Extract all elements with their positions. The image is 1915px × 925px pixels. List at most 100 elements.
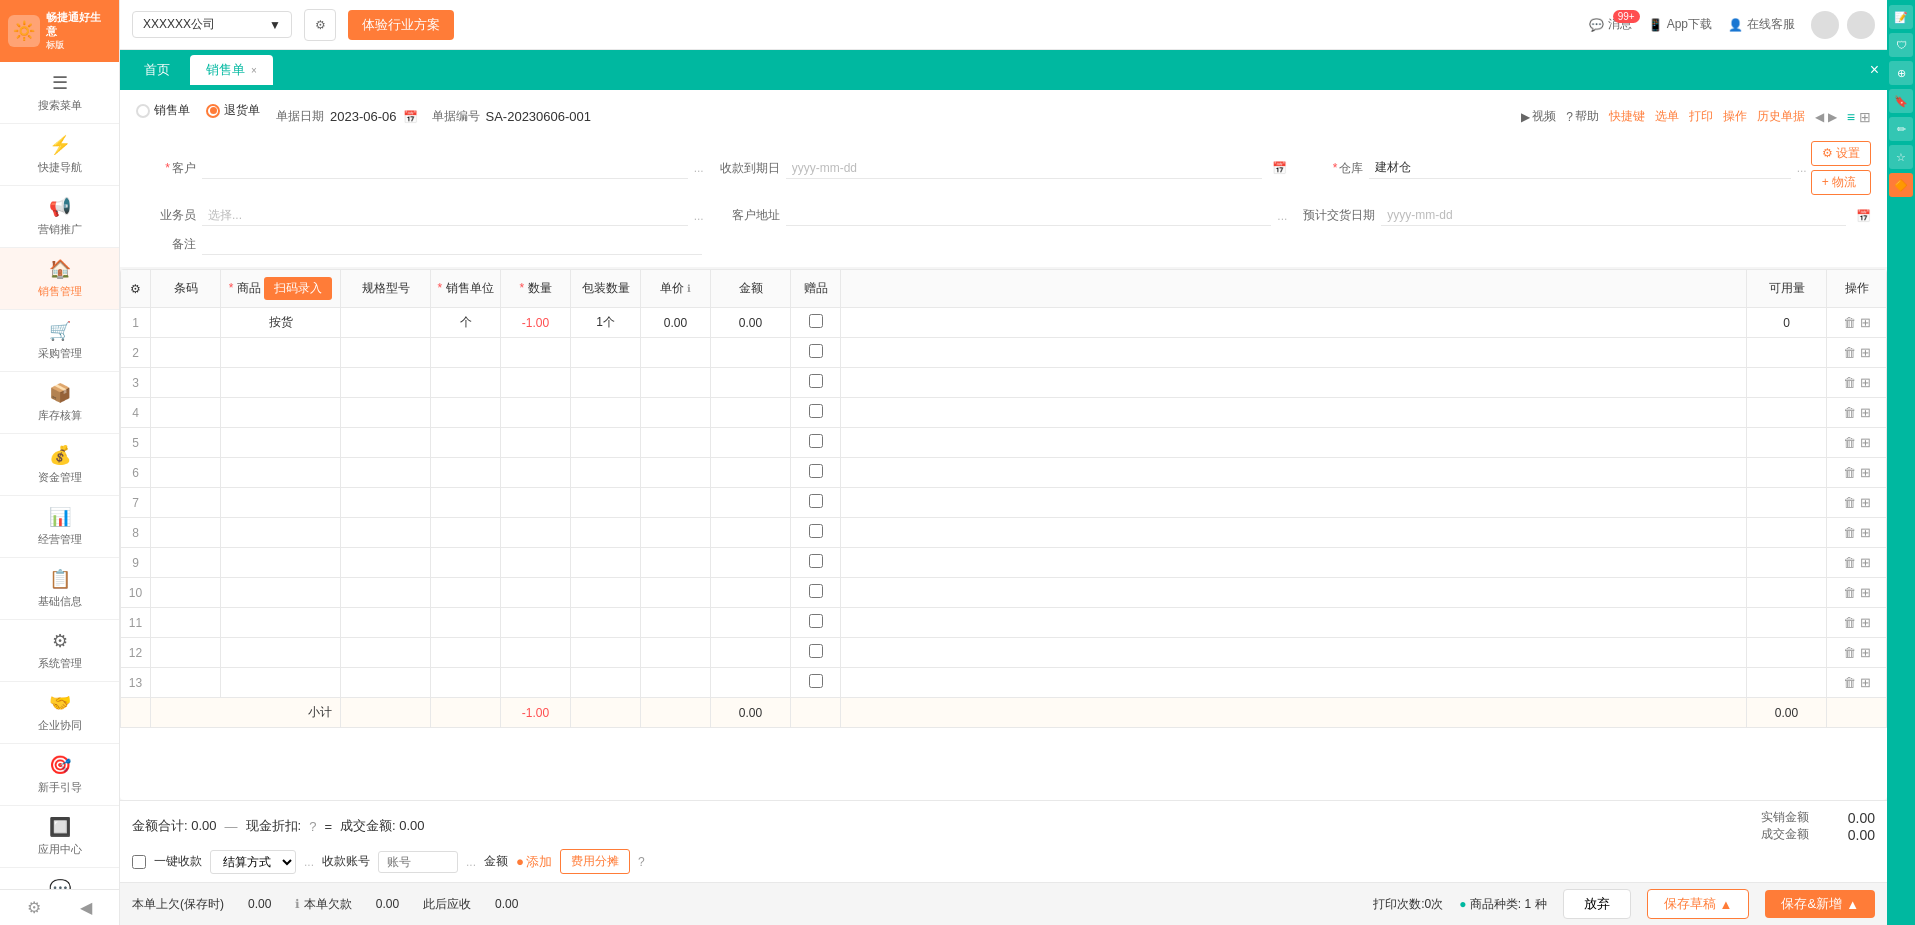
row-gift-1[interactable] [791, 308, 841, 338]
warehouse-dots[interactable]: ... [1797, 161, 1807, 175]
fee-split-btn[interactable]: 费用分摊 [560, 849, 630, 874]
delete-icon-12[interactable]: 🗑 [1843, 645, 1856, 660]
help-circle-icon[interactable]: ? [309, 819, 316, 834]
message-btn[interactable]: 💬 消息 99+ [1589, 16, 1632, 33]
one-key-pay-checkbox[interactable] [132, 855, 146, 869]
action-help[interactable]: ? 帮助 [1566, 108, 1599, 125]
calendar-icon-delivery[interactable]: 📅 [1856, 209, 1871, 223]
gift-checkbox-13[interactable] [809, 674, 823, 688]
tab-sales[interactable]: 销售单 × [190, 55, 273, 85]
action-print[interactable]: 打印 [1689, 108, 1713, 125]
sidebar-item-search[interactable]: ☰ 搜索菜单 [0, 62, 119, 124]
gift-checkbox-1[interactable] [809, 314, 823, 328]
delete-icon-11[interactable]: 🗑 [1843, 615, 1856, 630]
due-date-input[interactable] [786, 158, 1263, 179]
delete-icon-2[interactable]: 🗑 [1843, 345, 1856, 360]
sidebar-item-newbie[interactable]: 🎯 新手引导 [0, 744, 119, 806]
gift-checkbox-9[interactable] [809, 554, 823, 568]
save-draft-btn[interactable]: 保存草稿 ▲ [1647, 889, 1750, 919]
fee-help-icon[interactable]: ? [638, 855, 645, 869]
delete-icon-13[interactable]: 🗑 [1843, 675, 1856, 690]
user-avatar[interactable] [1811, 11, 1839, 39]
list-view-icon[interactable]: ≡ [1847, 109, 1855, 125]
service-btn[interactable]: 👤 在线客服 [1728, 16, 1795, 33]
app-download-btn[interactable]: 📱 App下载 [1648, 16, 1712, 33]
sidebar-item-enterprise[interactable]: 🤝 企业协同 [0, 682, 119, 744]
sidebar-item-marketing[interactable]: 📢 营销推广 [0, 186, 119, 248]
sidebar-item-wechat[interactable]: 💬 企业微信 [0, 868, 119, 889]
settings-button[interactable]: ⚙ 设置 [1811, 141, 1871, 166]
rp-btn-7[interactable]: 🔶 [1889, 173, 1913, 197]
calendar-icon-date[interactable]: 📅 [403, 110, 418, 124]
action-history[interactable]: 历史单据 [1757, 108, 1805, 125]
copy-icon-8[interactable]: ⊞ [1860, 525, 1871, 540]
customer-input[interactable] [202, 158, 688, 179]
copy-icon-4[interactable]: ⊞ [1860, 405, 1871, 420]
delete-icon-5[interactable]: 🗑 [1843, 435, 1856, 450]
grid-view-icon[interactable]: ⊞ [1859, 109, 1871, 125]
copy-icon-1[interactable]: ⊞ [1860, 315, 1871, 330]
settle-dots[interactable]: ... [304, 855, 314, 869]
warehouse-input[interactable] [1369, 158, 1790, 179]
gift-checkbox-3[interactable] [809, 374, 823, 388]
action-shortcut[interactable]: 快捷键 [1609, 108, 1645, 125]
gift-checkbox-12[interactable] [809, 644, 823, 658]
rp-btn-3[interactable]: ⊕ [1889, 61, 1913, 85]
gift-checkbox-4[interactable] [809, 404, 823, 418]
action-video[interactable]: ▶ 视频 [1521, 108, 1556, 125]
tab-close-all-icon[interactable]: × [1870, 61, 1879, 79]
salesperson-input[interactable] [202, 205, 688, 226]
copy-icon-3[interactable]: ⊞ [1860, 375, 1871, 390]
sidebar-item-basic[interactable]: 📋 基础信息 [0, 558, 119, 620]
rp-btn-2[interactable]: 🛡 [1889, 33, 1913, 57]
copy-icon-11[interactable]: ⊞ [1860, 615, 1871, 630]
delete-icon-6[interactable]: 🗑 [1843, 465, 1856, 480]
copy-icon-7[interactable]: ⊞ [1860, 495, 1871, 510]
rp-btn-1[interactable]: 📝 [1889, 5, 1913, 29]
gift-checkbox-2[interactable] [809, 344, 823, 358]
gift-checkbox-10[interactable] [809, 584, 823, 598]
info-icon-owes[interactable]: ℹ [295, 897, 300, 911]
addr-dots[interactable]: ... [1277, 209, 1287, 223]
row-qty-1[interactable]: -1.00 [501, 308, 571, 338]
logistics-button[interactable]: + 物流 [1811, 170, 1871, 195]
gift-checkbox-8[interactable] [809, 524, 823, 538]
rp-btn-4[interactable]: 🔖 [1889, 89, 1913, 113]
account-dots[interactable]: ... [466, 855, 476, 869]
copy-icon-12[interactable]: ⊞ [1860, 645, 1871, 660]
copy-icon-5[interactable]: ⊞ [1860, 435, 1871, 450]
sidebar-item-sales[interactable]: 🏠 销售管理 [0, 248, 119, 310]
remarks-input[interactable] [202, 234, 702, 255]
rp-btn-6[interactable]: ☆ [1889, 145, 1913, 169]
action-operate[interactable]: 操作 [1723, 108, 1747, 125]
topbar-settings-btn[interactable]: ⚙ [304, 9, 336, 41]
customer-dots[interactable]: ... [694, 161, 704, 175]
radio-return[interactable]: 退货单 [206, 102, 260, 119]
gift-checkbox-5[interactable] [809, 434, 823, 448]
row-product-1[interactable]: 按货 [221, 308, 341, 338]
copy-icon-10[interactable]: ⊞ [1860, 585, 1871, 600]
sidebar-settings-btn[interactable]: ⚙ [27, 898, 41, 917]
delivery-date-input[interactable] [1381, 205, 1846, 226]
tab-home[interactable]: 首页 [128, 55, 186, 85]
sidebar-item-inventory[interactable]: 📦 库存核算 [0, 372, 119, 434]
delete-icon-8[interactable]: 🗑 [1843, 525, 1856, 540]
delete-icon-1[interactable]: 🗑 [1843, 315, 1856, 330]
calc-method-select[interactable]: 结算方式 [210, 850, 296, 874]
sidebar-item-purchase[interactable]: 🛒 采购管理 [0, 310, 119, 372]
tab-close-icon[interactable]: × [251, 65, 257, 76]
sidebar-item-system[interactable]: ⚙ 系统管理 [0, 620, 119, 682]
gear-icon[interactable]: ⚙ [130, 282, 141, 296]
price-info-icon[interactable]: ℹ [687, 283, 691, 294]
delete-icon-4[interactable]: 🗑 [1843, 405, 1856, 420]
sidebar-collapse-btn[interactable]: ◀ [80, 898, 92, 917]
gift-checkbox-11[interactable] [809, 614, 823, 628]
row-price-1[interactable]: 0.00 [641, 308, 711, 338]
salesperson-dots[interactable]: ... [694, 209, 704, 223]
calendar-icon-due[interactable]: 📅 [1272, 161, 1287, 175]
save-new-btn[interactable]: 保存&新增 ▲ [1765, 890, 1875, 918]
account-input[interactable] [378, 851, 458, 873]
abandon-btn[interactable]: 放弃 [1563, 889, 1631, 919]
user-avatar2[interactable] [1847, 11, 1875, 39]
row-barcode-1[interactable] [151, 308, 221, 338]
